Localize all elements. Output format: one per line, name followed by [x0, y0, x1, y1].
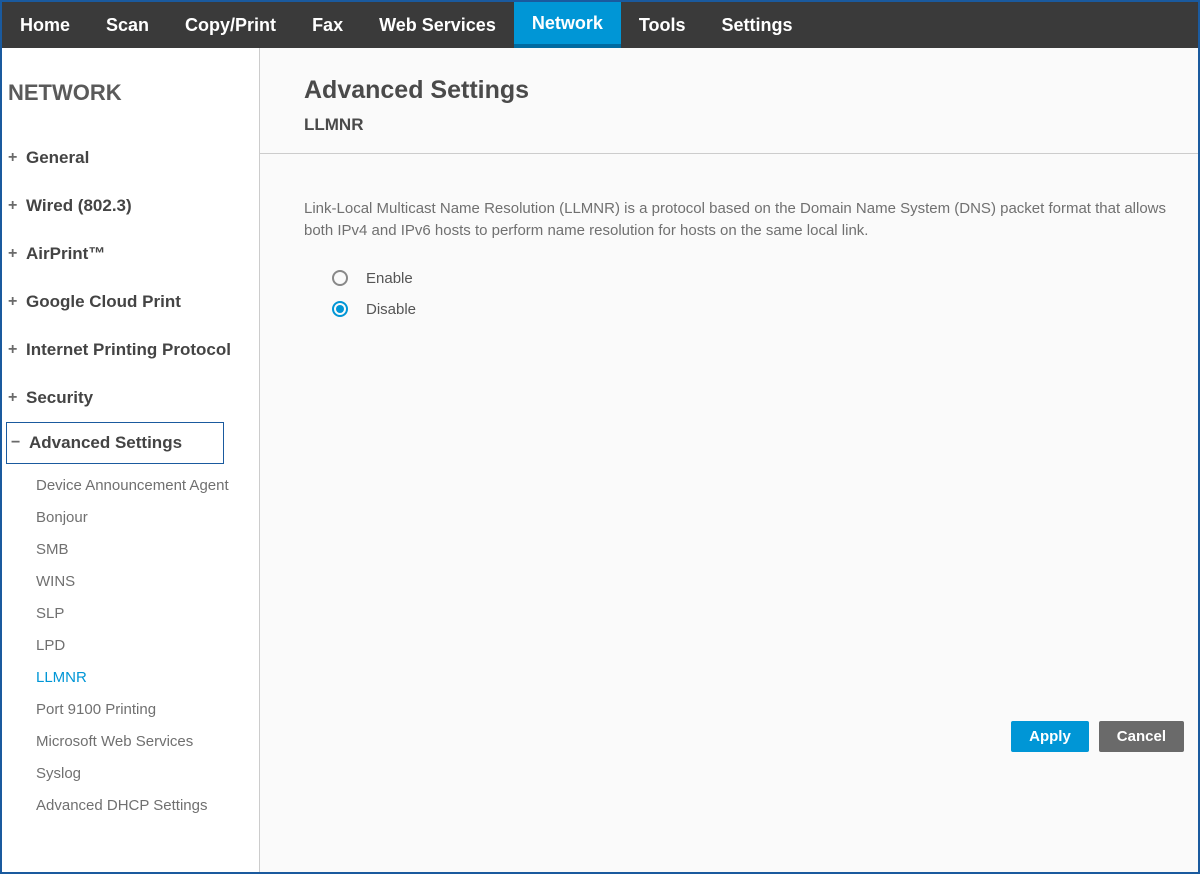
- sub-item-port9100[interactable]: Port 9100 Printing: [36, 694, 231, 726]
- sidebar-item-label: General: [26, 148, 89, 168]
- sub-item-syslog[interactable]: Syslog: [36, 758, 231, 790]
- sub-item-advanced-dhcp[interactable]: Advanced DHCP Settings: [36, 790, 231, 822]
- sidebar-sublist-advanced: Device Announcement Agent Bonjour SMB WI…: [2, 464, 259, 822]
- collapse-icon: −: [11, 434, 25, 452]
- content-body: Link-Local Multicast Name Resolution (LL…: [260, 154, 1198, 332]
- sidebar-item-label: Advanced Settings: [29, 433, 182, 453]
- apply-button[interactable]: Apply: [1011, 721, 1089, 752]
- expand-icon: +: [8, 389, 22, 407]
- sub-item-smb[interactable]: SMB: [36, 534, 231, 566]
- expand-icon: +: [8, 245, 22, 263]
- sidebar-item-security[interactable]: + Security: [2, 374, 259, 422]
- sidebar-item-label: Security: [26, 388, 93, 408]
- sidebar-item-label: Google Cloud Print: [26, 292, 181, 312]
- sub-item-device-announcement[interactable]: Device Announcement Agent: [36, 470, 231, 502]
- sub-item-lpd[interactable]: LPD: [36, 630, 231, 662]
- button-row: Apply Cancel: [1011, 721, 1184, 752]
- sidebar-item-google-cloud-print[interactable]: + Google Cloud Print: [2, 278, 259, 326]
- top-nav: Home Scan Copy/Print Fax Web Services Ne…: [2, 2, 1198, 48]
- sidebar-item-wired[interactable]: + Wired (802.3): [2, 182, 259, 230]
- cancel-button[interactable]: Cancel: [1099, 721, 1184, 752]
- sidebar-item-advanced-settings[interactable]: − Advanced Settings: [6, 422, 224, 464]
- expand-icon: +: [8, 293, 22, 311]
- sub-item-bonjour[interactable]: Bonjour: [36, 502, 231, 534]
- tab-web-services[interactable]: Web Services: [361, 2, 514, 48]
- radio-enable[interactable]: [332, 270, 348, 286]
- expand-icon: +: [8, 341, 22, 359]
- sidebar: NETWORK + General + Wired (802.3) + AirP…: [2, 48, 260, 872]
- tab-home[interactable]: Home: [2, 2, 88, 48]
- tab-copy-print[interactable]: Copy/Print: [167, 2, 294, 48]
- sub-item-llmnr[interactable]: LLMNR: [36, 662, 231, 694]
- tab-network[interactable]: Network: [514, 2, 621, 48]
- content-header: Advanced Settings LLMNR: [260, 48, 1198, 154]
- page-subheading: LLMNR: [304, 115, 1198, 135]
- sidebar-item-ipp[interactable]: + Internet Printing Protocol: [2, 326, 259, 374]
- radio-disable-label: Disable: [366, 301, 416, 318]
- main-content: Advanced Settings LLMNR Link-Local Multi…: [260, 48, 1198, 872]
- sub-item-ms-web-services[interactable]: Microsoft Web Services: [36, 726, 231, 758]
- llmnr-radio-group: Enable Disable: [304, 270, 1172, 318]
- llmnr-description: Link-Local Multicast Name Resolution (LL…: [304, 198, 1172, 242]
- radio-row-disable[interactable]: Disable: [332, 301, 1172, 318]
- tab-fax[interactable]: Fax: [294, 2, 361, 48]
- page-heading: Advanced Settings: [304, 76, 1198, 105]
- sub-item-wins[interactable]: WINS: [36, 566, 231, 598]
- sidebar-item-label: Wired (802.3): [26, 196, 132, 216]
- radio-disable[interactable]: [332, 301, 348, 317]
- sidebar-item-airprint[interactable]: + AirPrint™: [2, 230, 259, 278]
- sidebar-item-general[interactable]: + General: [2, 134, 259, 182]
- sidebar-item-label: AirPrint™: [26, 244, 105, 264]
- tab-settings[interactable]: Settings: [704, 2, 811, 48]
- tab-tools[interactable]: Tools: [621, 2, 704, 48]
- radio-enable-label: Enable: [366, 270, 413, 287]
- radio-row-enable[interactable]: Enable: [332, 270, 1172, 287]
- expand-icon: +: [8, 149, 22, 167]
- sidebar-item-label: Internet Printing Protocol: [26, 340, 231, 360]
- tab-scan[interactable]: Scan: [88, 2, 167, 48]
- sub-item-slp[interactable]: SLP: [36, 598, 231, 630]
- sidebar-title: NETWORK: [2, 52, 259, 134]
- expand-icon: +: [8, 197, 22, 215]
